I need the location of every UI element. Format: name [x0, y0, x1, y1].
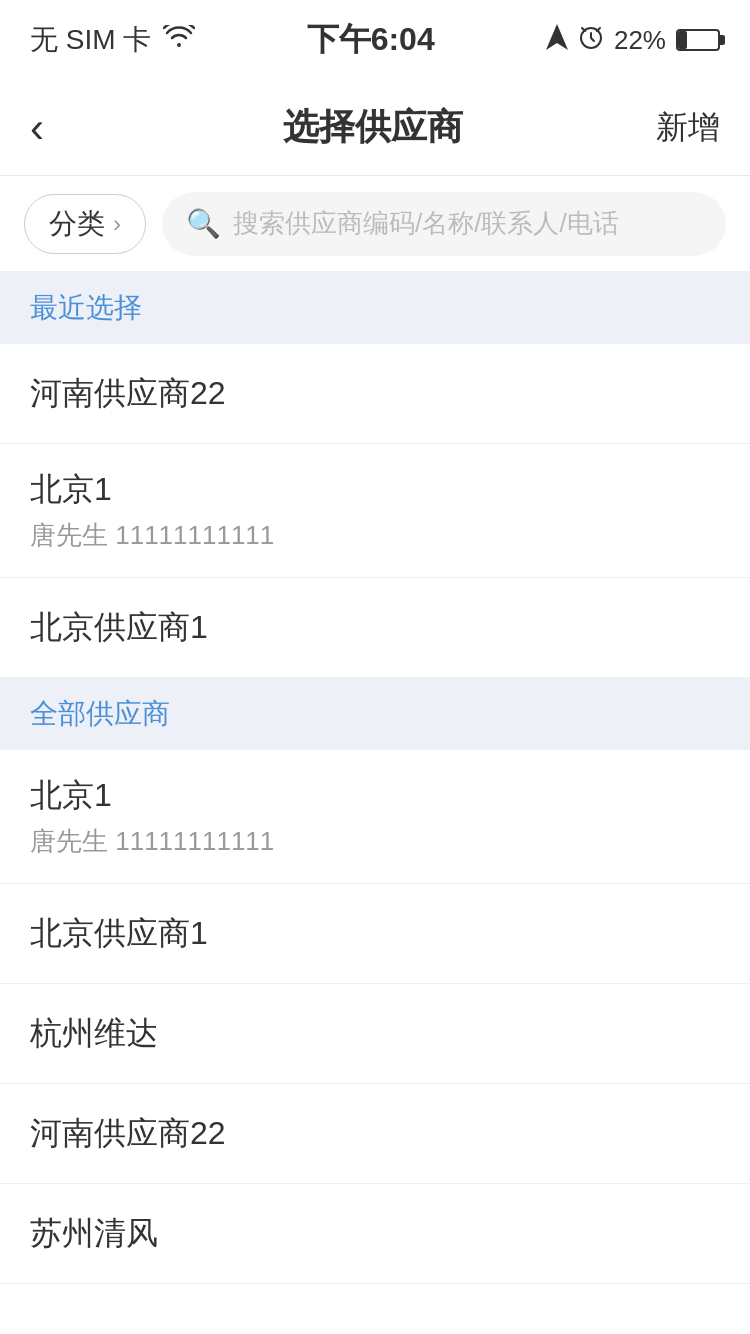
all-list-item[interactable]: 北京1 唐先生 11111111111	[0, 750, 750, 884]
search-icon: 🔍	[186, 207, 221, 240]
search-box[interactable]: 🔍 搜索供应商编码/名称/联系人/电话	[162, 192, 726, 256]
recent-section-label: 最近选择	[30, 289, 142, 327]
location-icon	[546, 24, 568, 57]
category-button[interactable]: 分类 ›	[24, 194, 146, 254]
supplier-name: 杭州维达	[30, 1012, 720, 1056]
supplier-contact: 唐先生 11111111111	[30, 824, 720, 859]
supplier-contact: 唐先生 11111111111	[30, 518, 720, 553]
recent-section-header: 最近选择	[0, 272, 750, 344]
new-add-button[interactable]: 新增	[656, 106, 720, 150]
status-left: 无 SIM 卡	[30, 21, 195, 59]
all-list-item[interactable]: 河南供应商22	[0, 1084, 750, 1184]
nav-bar: ‹ 选择供应商 新增	[0, 80, 750, 176]
all-list-item[interactable]: 杭州维达	[0, 984, 750, 1084]
alarm-icon	[578, 24, 604, 57]
category-label: 分类	[49, 205, 105, 243]
supplier-name: 苏州清风	[30, 1212, 720, 1256]
wifi-icon	[163, 24, 195, 56]
battery-percentage: 22%	[614, 25, 666, 56]
all-list: 北京1 唐先生 11111111111 北京供应商1 杭州维达河南供应商22 苏州清风	[0, 750, 750, 1284]
recent-list-item[interactable]: 北京供应商1	[0, 578, 750, 678]
status-bar: 无 SIM 卡 下午6:04 22%	[0, 0, 750, 80]
supplier-name: 河南供应商22	[30, 1112, 720, 1156]
filter-bar: 分类 › 🔍 搜索供应商编码/名称/联系人/电话	[0, 176, 750, 272]
carrier-text: 无 SIM 卡	[30, 21, 151, 59]
status-time: 下午6:04	[307, 18, 435, 62]
nav-title: 选择供应商	[283, 103, 463, 152]
battery-icon	[676, 29, 720, 51]
recent-list-item[interactable]: 北京1 唐先生 11111111111	[0, 444, 750, 578]
chevron-right-icon: ›	[113, 210, 121, 238]
recent-list-item[interactable]: 河南供应商22	[0, 344, 750, 444]
all-section-label: 全部供应商	[30, 695, 170, 733]
all-list-item[interactable]: 北京供应商1	[0, 884, 750, 984]
all-section-header: 全部供应商	[0, 678, 750, 750]
supplier-name: 北京供应商1	[30, 912, 720, 956]
supplier-name: 北京1	[30, 468, 720, 512]
search-placeholder: 搜索供应商编码/名称/联系人/电话	[233, 206, 619, 241]
supplier-name: 北京1	[30, 774, 720, 818]
recent-list: 河南供应商22 北京1 唐先生 11111111111 北京供应商1	[0, 344, 750, 678]
all-list-item[interactable]: 苏州清风	[0, 1184, 750, 1284]
back-button[interactable]: ‹	[30, 104, 90, 152]
supplier-name: 河南供应商22	[30, 372, 720, 416]
status-right: 22%	[546, 24, 720, 57]
supplier-name: 北京供应商1	[30, 606, 720, 650]
